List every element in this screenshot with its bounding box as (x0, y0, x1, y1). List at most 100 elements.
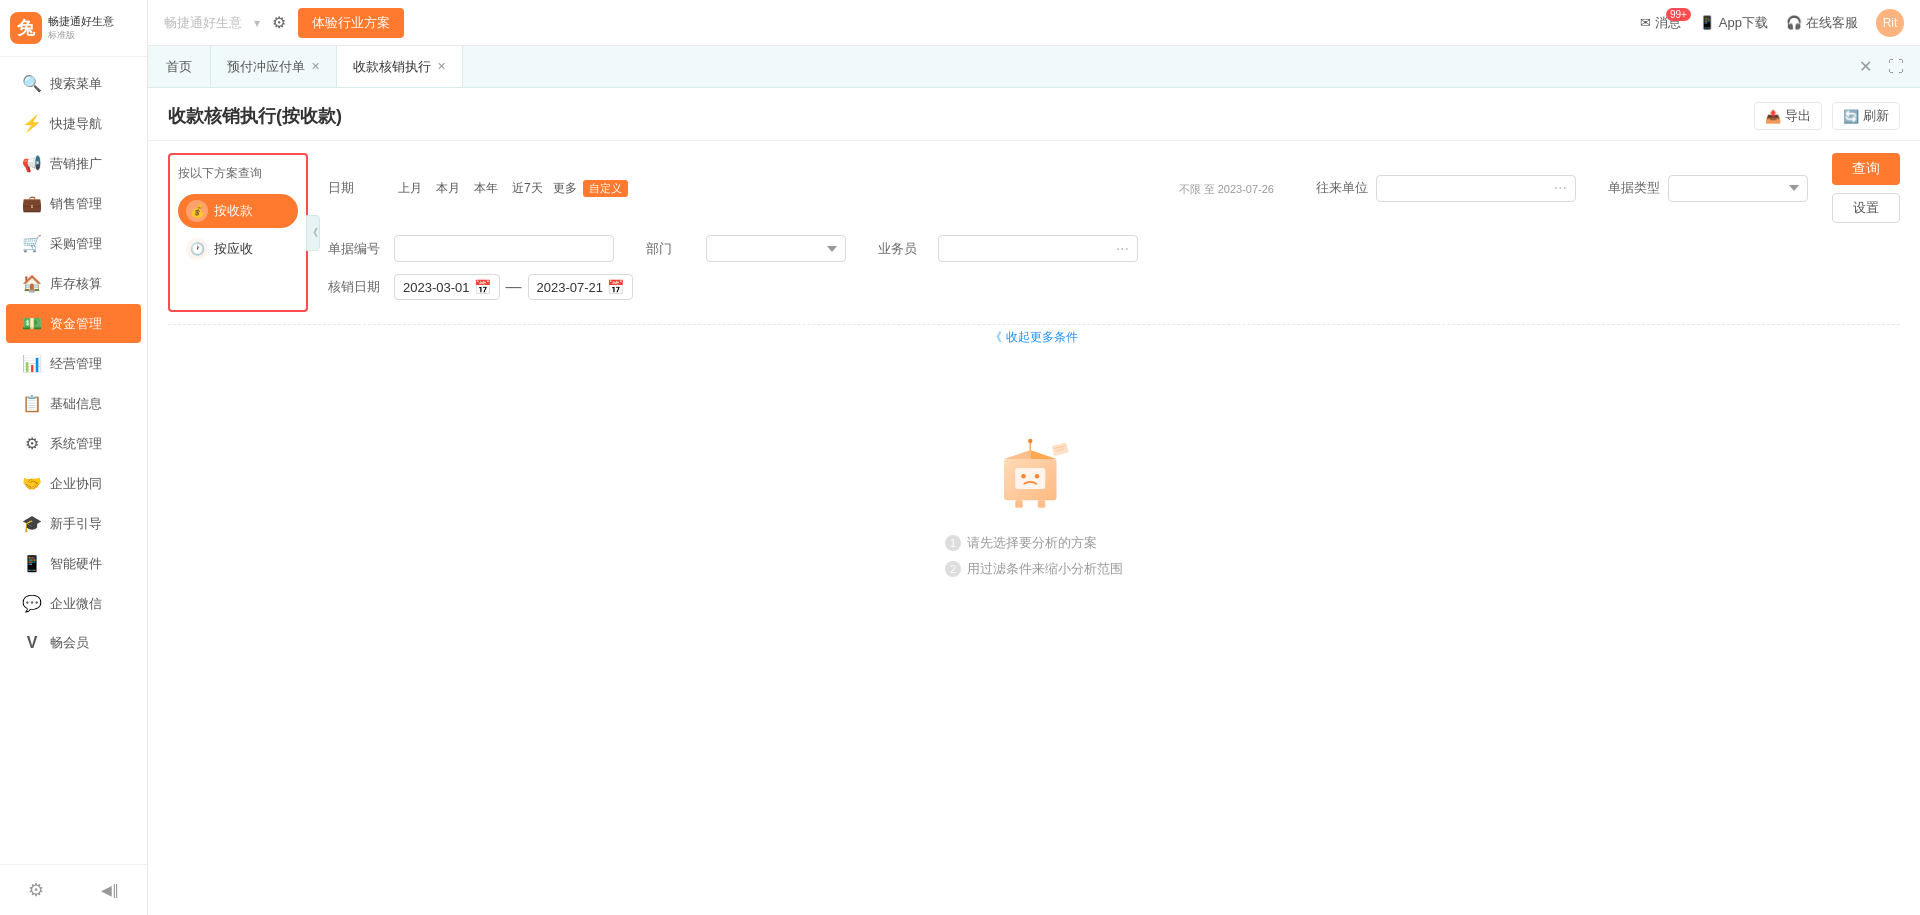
date-last-7days[interactable]: 近7天 (508, 178, 547, 199)
sidebar-item-inventory[interactable]: 🏠 库存核算 (6, 264, 141, 303)
date-range-wrap: 2023-03-01 📅 — 2023-07-21 📅 (394, 274, 633, 300)
svg-marker-2 (1030, 450, 1056, 459)
topbar-gear-icon[interactable]: ⚙ (272, 13, 286, 32)
sidebar-item-quick-nav[interactable]: ⚡ 快捷导航 (6, 104, 141, 143)
sidebar-item-wechat[interactable]: 💬 企业微信 (6, 584, 141, 623)
topbar-brand: 畅捷通好生意 (164, 14, 242, 32)
date-custom-badge[interactable]: 自定义 (583, 180, 628, 197)
hint-text-1: 请先选择要分析的方案 (967, 534, 1097, 552)
verify-date-end-text: 2023-07-21 (537, 280, 604, 295)
sidebar-label-inventory: 库存核算 (50, 275, 102, 293)
query-row-verify-date: 核销日期 2023-03-01 📅 — 2023-07-21 📅 (328, 274, 1900, 300)
empty-state: 1 请先选择要分析的方案 2 用过滤条件来缩小分析范围 (148, 354, 1920, 666)
collapse-sidebar-icon[interactable]: ◀‖ (93, 878, 127, 902)
date-this-year[interactable]: 本年 (470, 178, 502, 199)
app-download-label: App下载 (1719, 14, 1768, 32)
page-container: 收款核销执行(按收款) 📤 导出 🔄 刷新 按以下方案查询 (148, 88, 1920, 915)
svg-point-4 (1021, 474, 1026, 479)
settings-bottom-icon[interactable]: ⚙ (20, 875, 52, 905)
refresh-button[interactable]: 🔄 刷新 (1832, 102, 1900, 130)
partner-label: 往来单位 (1316, 179, 1370, 197)
sidebar-label-marketing: 营销推广 (50, 155, 102, 173)
receivable-option-icon: 🕐 (186, 238, 208, 260)
tabbar-actions: ✕ ⛶ (1855, 53, 1920, 80)
staff-ellipsis-icon[interactable]: ··· (1116, 240, 1129, 258)
online-service-link[interactable]: 🎧 在线客服 (1786, 14, 1858, 32)
collapse-more-btn[interactable]: 《 收起更多条件 (168, 324, 1900, 354)
app-edition: 标准版 (48, 29, 114, 42)
topbar-chevron-icon[interactable]: ▾ (254, 16, 260, 30)
partner-ellipsis-icon[interactable]: ··· (1554, 179, 1567, 197)
dept-select[interactable] (706, 235, 846, 262)
basics-icon: 📋 (22, 394, 42, 413)
verify-date-end-calendar-icon: 📅 (607, 279, 624, 295)
filter-option-by-receivable[interactable]: 🕐 按应收 (178, 232, 298, 266)
tab-verify-close-icon[interactable]: ✕ (437, 60, 446, 73)
sidebar-item-collab[interactable]: 🤝 企业协同 (6, 464, 141, 503)
filter-sidebar-collapse-btn[interactable]: 《 (306, 215, 320, 251)
app-logo: 兔 畅捷通好生意 标准版 (0, 0, 147, 57)
system-icon: ⚙ (22, 434, 42, 453)
staff-input[interactable] (947, 236, 1116, 261)
sidebar-item-guide[interactable]: 🎓 新手引导 (6, 504, 141, 543)
sidebar-label-system: 系统管理 (50, 435, 102, 453)
query-button[interactable]: 查询 (1832, 153, 1900, 185)
sidebar-item-hardware[interactable]: 📱 智能硬件 (6, 544, 141, 583)
sidebar-label-quick-nav: 快捷导航 (50, 115, 102, 133)
sidebar-label-member: 畅会员 (50, 634, 89, 652)
svg-point-5 (1035, 474, 1040, 479)
sidebar-item-operations[interactable]: 📊 经营管理 (6, 344, 141, 383)
settings-button[interactable]: 设置 (1832, 193, 1900, 223)
export-icon: 📤 (1765, 109, 1781, 124)
solution-button[interactable]: 体验行业方案 (298, 8, 404, 38)
svg-rect-10 (1052, 442, 1069, 456)
verify-date-start-field[interactable]: 2023-03-01 📅 (394, 274, 500, 300)
sidebar-item-basics[interactable]: 📋 基础信息 (6, 384, 141, 423)
date-last-month[interactable]: 上月 (394, 178, 426, 199)
tab-home-label: 首页 (166, 58, 192, 76)
sidebar-item-search[interactable]: 🔍 搜索菜单 (6, 64, 141, 103)
empty-box-svg (989, 434, 1079, 514)
verify-date-start-text: 2023-03-01 (403, 280, 470, 295)
doc-type-select[interactable] (1668, 175, 1808, 202)
collapse-more-label: 收起更多条件 (1006, 329, 1078, 346)
hint-text-2: 用过滤条件来缩小分析范围 (967, 560, 1123, 578)
user-avatar[interactable]: Rit (1876, 9, 1904, 37)
sidebar-label-hardware: 智能硬件 (50, 555, 102, 573)
doc-type-label: 单据类型 (1608, 179, 1662, 197)
finance-icon: 💵 (22, 314, 42, 333)
partner-input[interactable] (1385, 176, 1554, 201)
date-this-month[interactable]: 本月 (432, 178, 464, 199)
sidebar-item-member[interactable]: V 畅会员 (6, 624, 141, 662)
export-button[interactable]: 📤 导出 (1754, 102, 1822, 130)
doc-no-input[interactable] (403, 236, 605, 261)
hint-number-2: 2 (945, 561, 961, 577)
tab-verify[interactable]: 收款核销执行 ✕ (337, 46, 463, 87)
empty-hint-1: 1 请先选择要分析的方案 (945, 534, 1123, 552)
tab-home[interactable]: 首页 (148, 46, 211, 87)
verify-date-end-field[interactable]: 2023-07-21 📅 (528, 274, 634, 300)
sidebar-item-system[interactable]: ⚙ 系统管理 (6, 424, 141, 463)
filter-option-by-receipt[interactable]: 💰 按收款 (178, 194, 298, 228)
sidebar-item-sales[interactable]: 💼 销售管理 (6, 184, 141, 223)
tab-prepay[interactable]: 预付冲应付单 ✕ (211, 46, 337, 87)
sidebar-item-marketing[interactable]: 📢 营销推广 (6, 144, 141, 183)
app-download-link[interactable]: 📱 App下载 (1699, 14, 1768, 32)
sidebar-label-finance: 资金管理 (50, 315, 102, 333)
tab-close-all-icon[interactable]: ✕ (1855, 53, 1876, 80)
app-name: 畅捷通好生意 (48, 14, 114, 28)
filter-area: 按以下方案查询 💰 按收款 🕐 按应收 《 日期 (148, 141, 1920, 324)
tab-prepay-close-icon[interactable]: ✕ (311, 60, 320, 73)
sidebar-item-purchase[interactable]: 🛒 采购管理 (6, 224, 141, 263)
svg-rect-7 (1038, 500, 1046, 508)
sidebar-bottom: ⚙ ◀‖ (0, 864, 147, 915)
date-more-btn[interactable]: 更多 (553, 180, 577, 197)
tab-expand-icon[interactable]: ⛶ (1884, 54, 1908, 80)
tab-verify-label: 收款核销执行 (353, 58, 431, 76)
sidebar-item-finance[interactable]: 💵 资金管理 (6, 304, 141, 343)
collab-icon: 🤝 (22, 474, 42, 493)
sidebar-label-collab: 企业协同 (50, 475, 102, 493)
svg-rect-3 (1015, 468, 1045, 489)
doc-no-input-wrap (394, 235, 614, 262)
message-button[interactable]: ✉ 消息 99+ (1640, 14, 1681, 32)
